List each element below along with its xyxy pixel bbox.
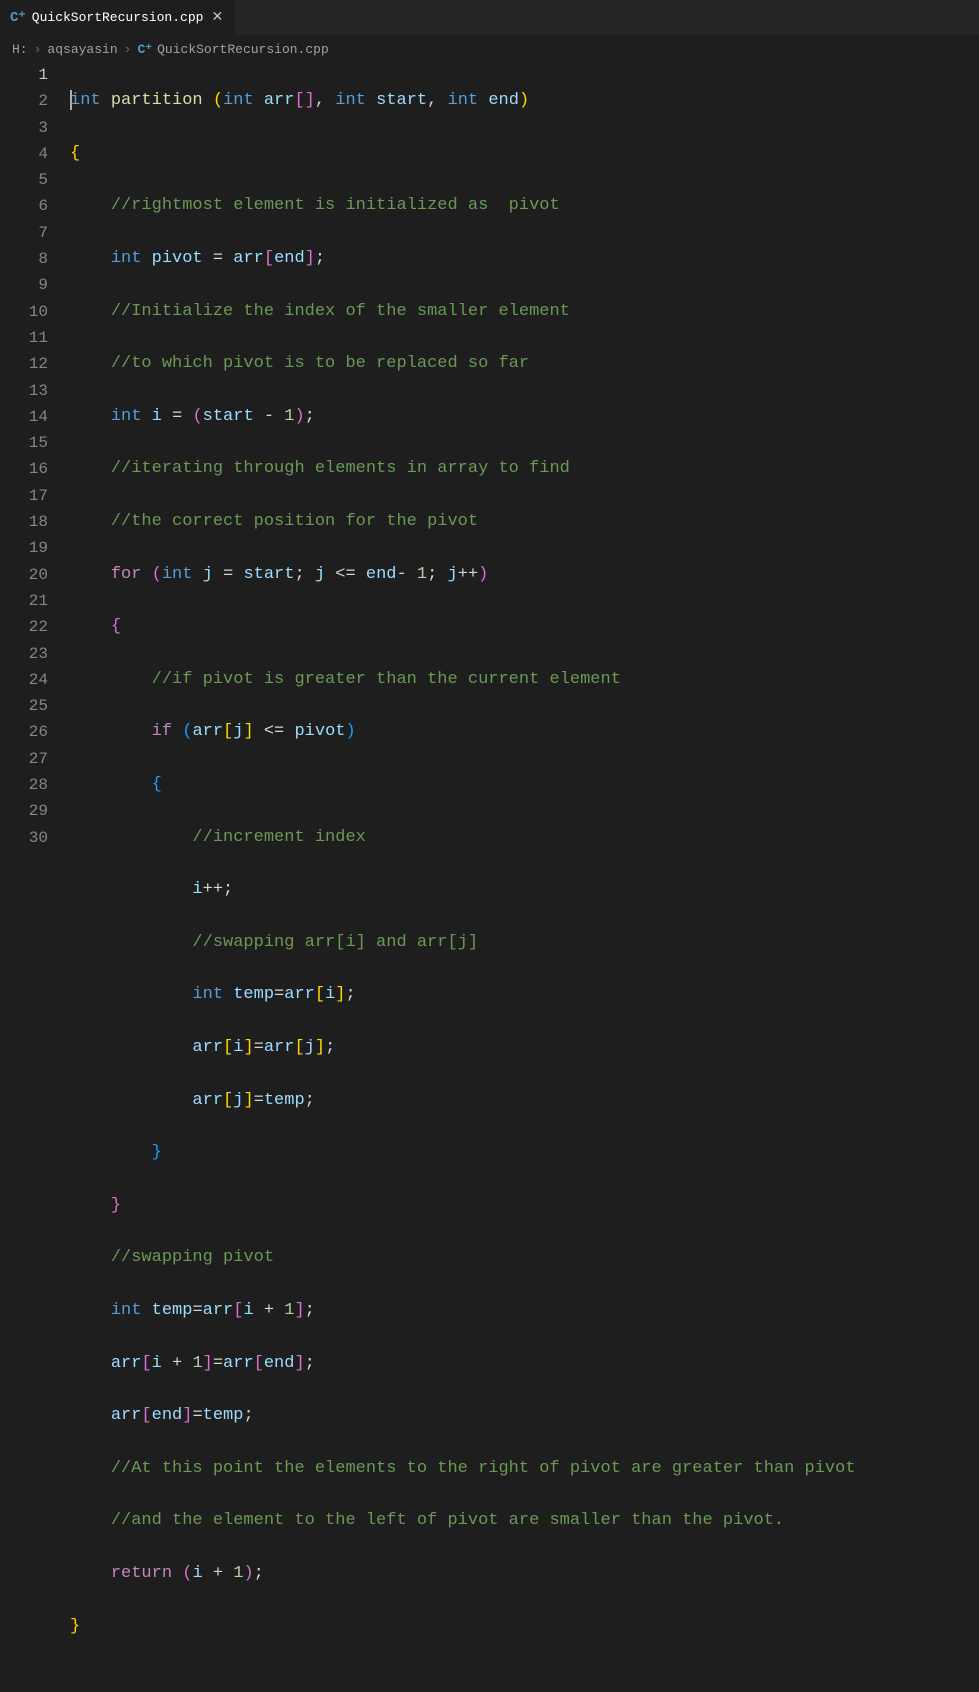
tab-filename: QuickSortRecursion.cpp [32, 10, 204, 25]
code-line: for (int j = start; j <= end- 1; j++) [70, 562, 979, 588]
line-number: 5 [0, 167, 48, 193]
line-number: 2 [0, 88, 48, 114]
code-line: //Initialize the index of the smaller el… [70, 299, 979, 325]
line-number: 8 [0, 246, 48, 272]
line-number: 10 [0, 299, 48, 325]
line-number: 14 [0, 404, 48, 430]
code-line: arr[i]=arr[j]; [70, 1035, 979, 1061]
chevron-right-icon: › [34, 42, 42, 57]
breadcrumb-folder: aqsayasin [47, 42, 117, 57]
line-number-gutter: 1 2 3 4 5 6 7 8 9 10 11 12 13 14 15 16 1… [0, 62, 70, 1692]
cpp-file-icon: C⁺ [10, 9, 26, 26]
code-line: //At this point the elements to the righ… [70, 1456, 979, 1482]
line-number: 9 [0, 272, 48, 298]
tab-bar: C⁺ QuickSortRecursion.cpp ✕ [0, 0, 979, 36]
code-line: if (arr[j] <= pivot) [70, 719, 979, 745]
line-number: 15 [0, 430, 48, 456]
line-number: 24 [0, 667, 48, 693]
code-line: int pivot = arr[end]; [70, 246, 979, 272]
breadcrumb-file: QuickSortRecursion.cpp [157, 42, 329, 57]
code-line: int temp=arr[i]; [70, 982, 979, 1008]
code-line: { [70, 772, 979, 798]
code-line: int partition (int arr[], int start, int… [70, 88, 979, 114]
code-line: } [70, 1614, 979, 1640]
line-number: 3 [0, 115, 48, 141]
code-line: arr[j]=temp; [70, 1088, 979, 1114]
line-number: 13 [0, 378, 48, 404]
line-number: 18 [0, 509, 48, 535]
cpp-file-icon: C⁺ [137, 42, 152, 57]
line-number: 4 [0, 141, 48, 167]
line-number: 21 [0, 588, 48, 614]
line-number: 7 [0, 220, 48, 246]
code-line: //iterating through elements in array to… [70, 456, 979, 482]
line-number: 22 [0, 614, 48, 640]
line-number: 16 [0, 456, 48, 482]
breadcrumb[interactable]: H: › aqsayasin › C⁺ QuickSortRecursion.c… [0, 36, 979, 62]
code-line: //and the element to the left of pivot a… [70, 1508, 979, 1534]
code-line: } [70, 1140, 979, 1166]
code-line: i++; [70, 877, 979, 903]
code-line: //to which pivot is to be replaced so fa… [70, 351, 979, 377]
code-line: //increment index [70, 825, 979, 851]
code-line: //the correct position for the pivot [70, 509, 979, 535]
line-number: 19 [0, 535, 48, 561]
code-line: //swapping arr[i] and arr[j] [70, 930, 979, 956]
line-number: 28 [0, 772, 48, 798]
chevron-right-icon: › [124, 42, 132, 57]
line-number: 1 [0, 62, 48, 88]
breadcrumb-drive: H: [12, 42, 28, 57]
code-line: arr[i + 1]=arr[end]; [70, 1351, 979, 1377]
code-line: { [70, 614, 979, 640]
line-number: 27 [0, 746, 48, 772]
line-number: 29 [0, 798, 48, 824]
code-line: //rightmost element is initialized as pi… [70, 193, 979, 219]
code-line: //swapping pivot [70, 1245, 979, 1271]
code-line: { [70, 141, 979, 167]
code-content[interactable]: int partition (int arr[], int start, int… [70, 62, 979, 1692]
file-tab[interactable]: C⁺ QuickSortRecursion.cpp ✕ [0, 0, 236, 35]
close-icon[interactable]: ✕ [209, 7, 225, 28]
line-number: 6 [0, 193, 48, 219]
code-line: return (i + 1); [70, 1561, 979, 1587]
line-number: 11 [0, 325, 48, 351]
line-number: 23 [0, 641, 48, 667]
code-line: int i = (start - 1); [70, 404, 979, 430]
code-line: } [70, 1193, 979, 1219]
code-line: int temp=arr[i + 1]; [70, 1298, 979, 1324]
code-line: //if pivot is greater than the current e… [70, 667, 979, 693]
line-number: 17 [0, 483, 48, 509]
editor[interactable]: 1 2 3 4 5 6 7 8 9 10 11 12 13 14 15 16 1… [0, 62, 979, 1692]
line-number: 30 [0, 825, 48, 851]
code-line: arr[end]=temp; [70, 1403, 979, 1429]
line-number: 26 [0, 719, 48, 745]
line-number: 20 [0, 562, 48, 588]
line-number: 25 [0, 693, 48, 719]
line-number: 12 [0, 351, 48, 377]
